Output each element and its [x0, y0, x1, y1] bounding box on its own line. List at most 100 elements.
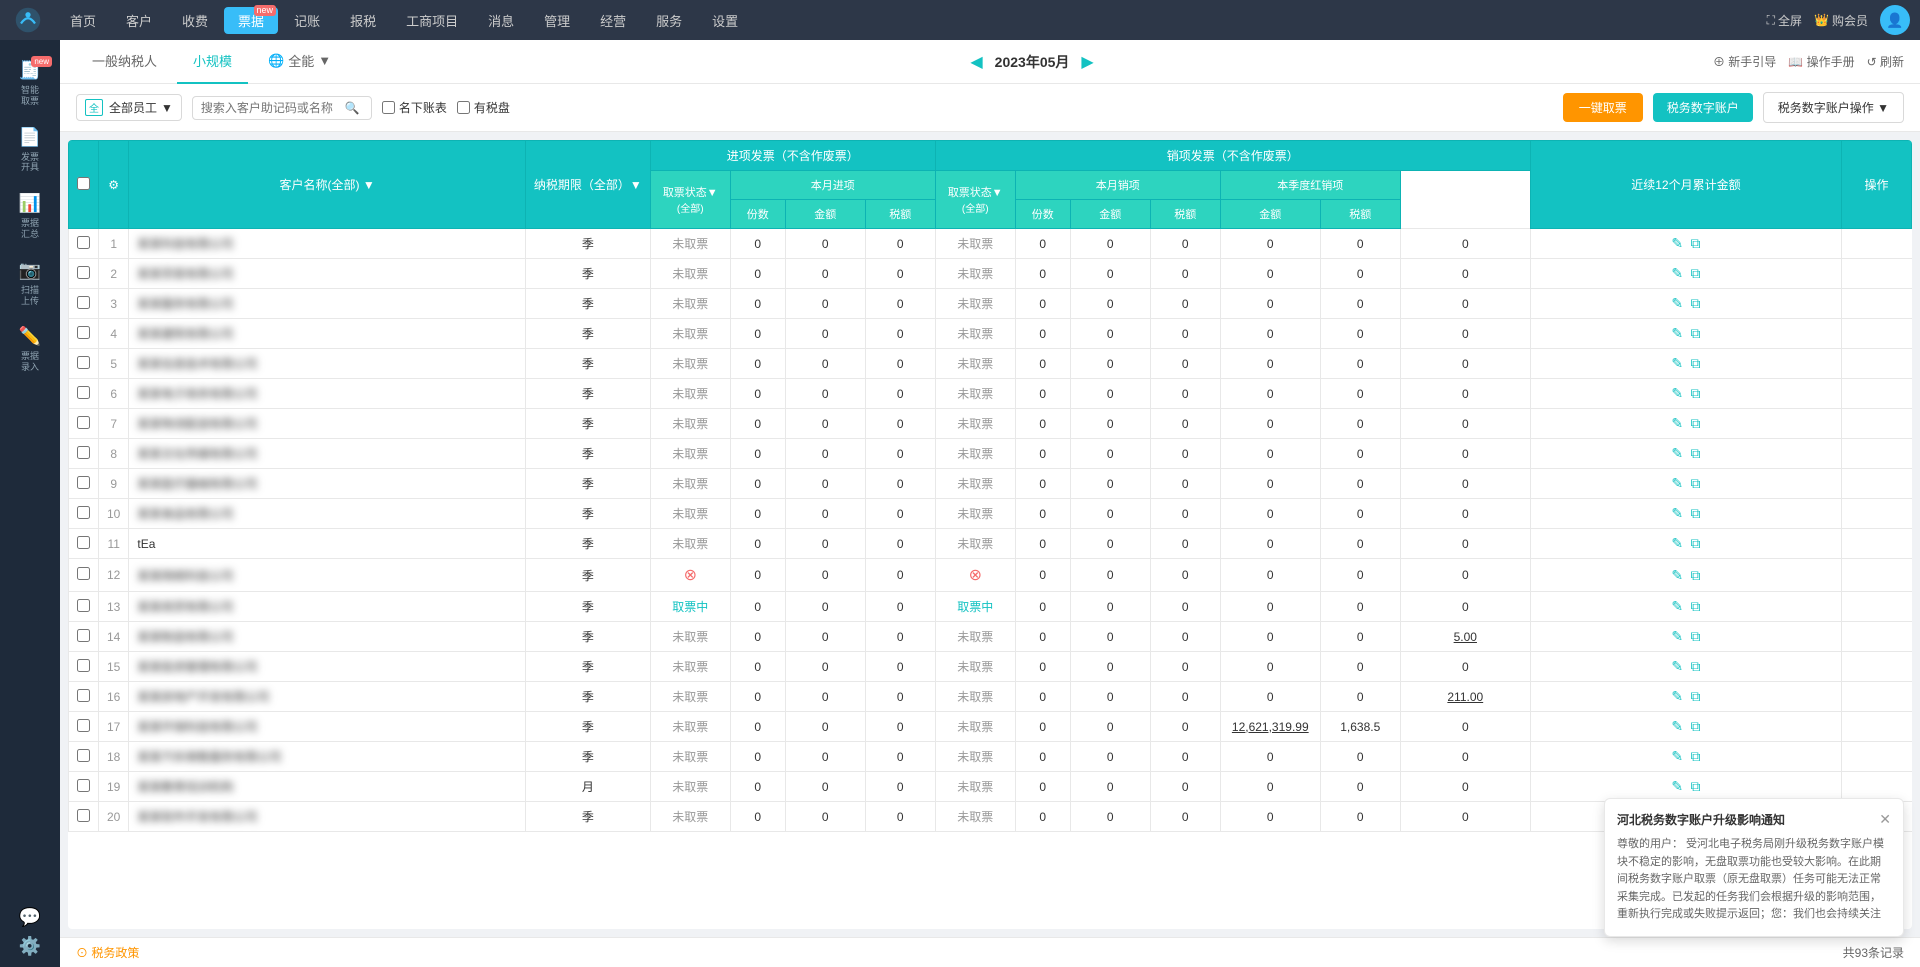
search-input[interactable]	[201, 101, 341, 115]
copy-icon[interactable]: ⧉	[1690, 718, 1700, 734]
edit-icon[interactable]: ✎	[1671, 355, 1683, 371]
row-checkbox[interactable]	[69, 349, 99, 379]
row-checkbox[interactable]	[69, 319, 99, 349]
row-checkbox[interactable]	[69, 469, 99, 499]
edit-icon[interactable]: ✎	[1671, 778, 1683, 794]
copy-icon[interactable]: ⧉	[1690, 658, 1700, 674]
sidebar-config-icon[interactable]: ⚙️	[19, 936, 41, 957]
row-checkbox[interactable]	[69, 289, 99, 319]
search-icon[interactable]: 🔍	[345, 101, 360, 115]
row-checkbox[interactable]	[69, 229, 99, 259]
row-checkbox[interactable]	[69, 529, 99, 559]
manual-btn[interactable]: 📖 操作手册	[1788, 53, 1854, 70]
edit-icon[interactable]: ✎	[1671, 535, 1683, 551]
row-checkbox[interactable]	[69, 622, 99, 652]
row-checkbox[interactable]	[69, 409, 99, 439]
nav-ticket[interactable]: 票据 new	[224, 7, 278, 34]
checkbox-taxdisk[interactable]: 有税盘	[457, 99, 510, 116]
nav-customer[interactable]: 客户	[112, 7, 166, 34]
prev-month-btn[interactable]: ◀	[966, 52, 986, 72]
copy-icon[interactable]: ⧉	[1690, 475, 1700, 491]
copy-icon[interactable]: ⧉	[1690, 355, 1700, 371]
copy-icon[interactable]: ⧉	[1690, 598, 1700, 614]
one-click-btn[interactable]: 一键取票	[1563, 93, 1643, 122]
copy-icon[interactable]: ⧉	[1690, 415, 1700, 431]
edit-icon[interactable]: ✎	[1671, 718, 1683, 734]
edit-icon[interactable]: ✎	[1671, 688, 1683, 704]
copy-icon[interactable]: ⧉	[1690, 235, 1700, 251]
employee-select[interactable]: 全 全部员工 ▼	[76, 94, 182, 121]
member-btn[interactable]: 👑 购会员	[1814, 12, 1868, 29]
edit-icon[interactable]: ✎	[1671, 445, 1683, 461]
edit-icon[interactable]: ✎	[1671, 325, 1683, 341]
edit-icon[interactable]: ✎	[1671, 748, 1683, 764]
nav-service[interactable]: 服务	[642, 7, 696, 34]
nav-fee[interactable]: 收费	[168, 7, 222, 34]
edit-icon[interactable]: ✎	[1671, 385, 1683, 401]
copy-icon[interactable]: ⧉	[1690, 445, 1700, 461]
select-all-checkbox[interactable]	[77, 177, 90, 190]
copy-icon[interactable]: ⧉	[1690, 295, 1700, 311]
row-checkbox[interactable]	[69, 499, 99, 529]
row-checkbox[interactable]	[69, 439, 99, 469]
edit-icon[interactable]: ✎	[1671, 475, 1683, 491]
checkbox-account[interactable]: 名下账表	[382, 99, 447, 116]
edit-icon[interactable]: ✎	[1671, 567, 1683, 583]
edit-icon[interactable]: ✎	[1671, 628, 1683, 644]
edit-icon[interactable]: ✎	[1671, 235, 1683, 251]
copy-icon[interactable]: ⧉	[1690, 778, 1700, 794]
row-checkbox[interactable]	[69, 379, 99, 409]
edit-icon[interactable]: ✎	[1671, 265, 1683, 281]
row-checkbox[interactable]	[69, 259, 99, 289]
sidebar-item-smart-ticket[interactable]: 🧾 智能取票 new	[0, 50, 60, 117]
row-checkbox[interactable]	[69, 559, 99, 592]
row-checkbox[interactable]	[69, 742, 99, 772]
digital-account-btn[interactable]: 税务数字账户	[1653, 93, 1753, 122]
new-guide-btn[interactable]: ⊕ 新手引导	[1713, 53, 1776, 70]
refresh-btn[interactable]: ↺ 刷新	[1867, 53, 1904, 70]
nav-business[interactable]: 工商项目	[392, 7, 472, 34]
copy-icon[interactable]: ⧉	[1690, 628, 1700, 644]
user-avatar[interactable]: 👤	[1880, 5, 1910, 35]
nav-home[interactable]: 首页	[56, 7, 110, 34]
copy-icon[interactable]: ⧉	[1690, 385, 1700, 401]
th-settings[interactable]: ⚙	[99, 141, 129, 229]
row-checkbox[interactable]	[69, 712, 99, 742]
tab-small[interactable]: 小规模	[177, 40, 248, 84]
copy-icon[interactable]: ⧉	[1690, 748, 1700, 764]
sidebar-item-invoice[interactable]: 📄 发票开具	[0, 117, 60, 184]
nav-message[interactable]: 消息	[474, 7, 528, 34]
sidebar-item-summary[interactable]: 📊 票据汇总	[0, 183, 60, 250]
copy-icon[interactable]: ⧉	[1690, 535, 1700, 551]
nav-operation[interactable]: 经营	[586, 7, 640, 34]
nav-settings[interactable]: 设置	[698, 7, 752, 34]
copy-icon[interactable]: ⧉	[1690, 567, 1700, 583]
sidebar-item-entry[interactable]: ✏️ 票据录入	[0, 316, 60, 383]
edit-icon[interactable]: ✎	[1671, 598, 1683, 614]
edit-icon[interactable]: ✎	[1671, 658, 1683, 674]
edit-icon[interactable]: ✎	[1671, 295, 1683, 311]
edit-icon[interactable]: ✎	[1671, 505, 1683, 521]
fullscreen-btn[interactable]: ⛶ 全屏	[1767, 12, 1802, 29]
sidebar-item-scan[interactable]: 📷 扫描上传	[0, 250, 60, 317]
nav-bookkeeping[interactable]: 记账	[280, 7, 334, 34]
row-checkbox[interactable]	[69, 682, 99, 712]
next-month-btn[interactable]: ▶	[1077, 52, 1097, 72]
row-checkbox[interactable]	[69, 592, 99, 622]
tab-all[interactable]: 🌐 全能 ▼	[252, 40, 347, 84]
nav-tax[interactable]: 报税	[336, 7, 390, 34]
th-out-status[interactable]: 取票状态▼(全部)	[935, 171, 1015, 229]
edit-icon[interactable]: ✎	[1671, 415, 1683, 431]
row-checkbox[interactable]	[69, 772, 99, 802]
nav-manage[interactable]: 管理	[530, 7, 584, 34]
digital-operate-btn[interactable]: 税务数字账户操作 ▼	[1763, 92, 1904, 123]
copy-icon[interactable]: ⧉	[1690, 688, 1700, 704]
row-checkbox[interactable]	[69, 802, 99, 832]
sidebar-chat-icon[interactable]: 💬	[19, 907, 41, 928]
th-customer[interactable]: 客户名称(全部) ▼	[129, 141, 526, 229]
row-checkbox[interactable]	[69, 652, 99, 682]
notification-close-btn[interactable]: ✕	[1879, 811, 1891, 828]
tax-policy-link[interactable]: ⊙ 税务政策	[76, 944, 139, 961]
copy-icon[interactable]: ⧉	[1690, 505, 1700, 521]
copy-icon[interactable]: ⧉	[1690, 265, 1700, 281]
